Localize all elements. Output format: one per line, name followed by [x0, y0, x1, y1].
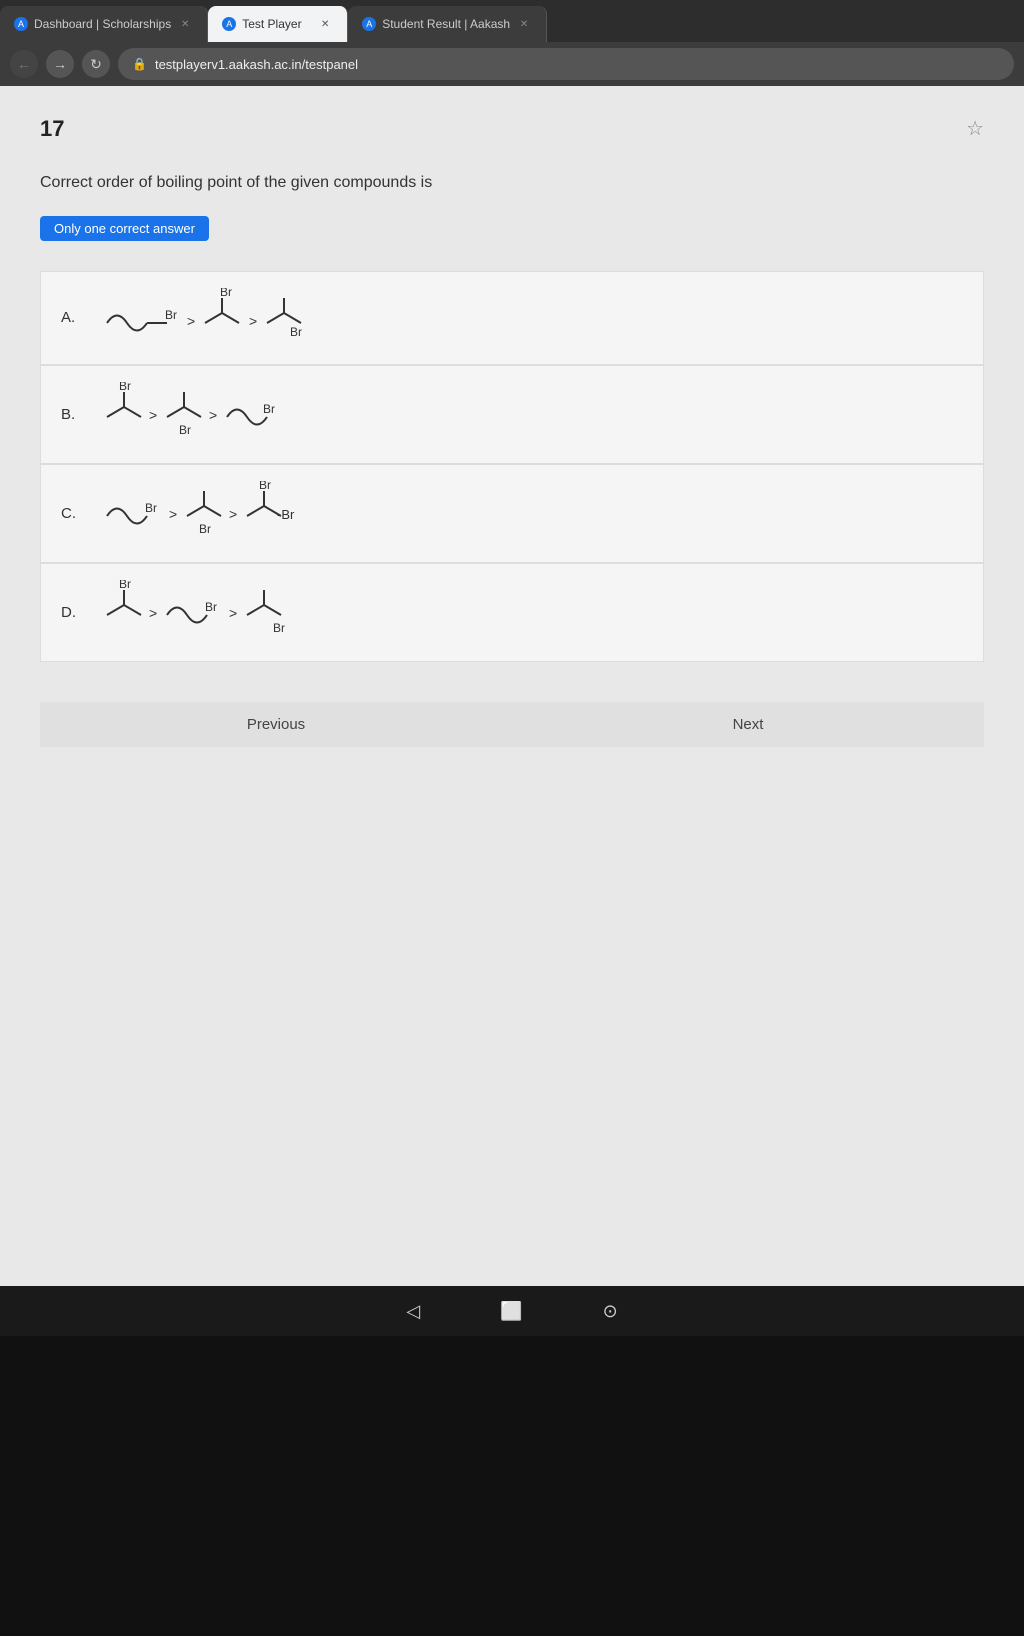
- reload-button[interactable]: ↻: [82, 50, 110, 78]
- tab-testplayer[interactable]: A Test Player ✕: [208, 6, 348, 42]
- svg-text:>: >: [149, 407, 157, 423]
- svg-text:Br: Br: [273, 621, 285, 635]
- option-c[interactable]: C. Br > Br >: [40, 464, 984, 563]
- answer-type-badge: Only one correct answer: [40, 216, 209, 241]
- previous-button[interactable]: Previous: [40, 702, 512, 747]
- browser-chrome: A Dashboard | Scholarships ✕ A Test Play…: [0, 0, 1024, 86]
- svg-text:Br: Br: [179, 423, 191, 437]
- tab2-favicon: A: [222, 17, 236, 31]
- tab1-label: Dashboard | Scholarships: [34, 17, 171, 31]
- option-c-structure: Br > Br > Br -Br: [97, 481, 457, 546]
- option-a-structure: Br > Br > Br: [97, 288, 437, 348]
- address-bar[interactable]: 🔒 testplayerv1.aakash.ac.in/testpanel: [118, 48, 1014, 80]
- svg-text:>: >: [229, 506, 237, 522]
- android-home-button[interactable]: ⬜: [500, 1301, 522, 1322]
- option-c-letter: C.: [61, 505, 81, 522]
- forward-button[interactable]: →: [46, 50, 74, 78]
- options-container: A. Br > Br >: [40, 271, 984, 662]
- option-b-content: Br > Br > Br: [97, 382, 437, 447]
- svg-text:Br: Br: [199, 522, 211, 536]
- forward-icon: →: [53, 56, 67, 72]
- svg-text:Br: Br: [259, 481, 271, 492]
- svg-text:>: >: [229, 605, 237, 621]
- option-b-letter: B.: [61, 406, 81, 423]
- nav-buttons: Previous Next: [40, 702, 984, 747]
- svg-text:Br: Br: [119, 382, 131, 393]
- tab2-close[interactable]: ✕: [317, 16, 333, 32]
- back-button[interactable]: ←: [10, 50, 38, 78]
- lock-icon: 🔒: [132, 57, 147, 71]
- option-a[interactable]: A. Br > Br >: [40, 271, 984, 365]
- tab3-favicon: A: [362, 17, 376, 31]
- tab1-favicon: A: [14, 17, 28, 31]
- android-back-button[interactable]: ◁: [406, 1301, 420, 1322]
- svg-text:>: >: [249, 313, 257, 329]
- svg-text:Br: Br: [220, 288, 232, 299]
- question-text: Correct order of boiling point of the gi…: [40, 170, 984, 196]
- option-b[interactable]: B. Br > Br >: [40, 365, 984, 464]
- svg-text:Br: Br: [165, 308, 177, 322]
- option-a-content: Br > Br > Br: [97, 288, 437, 348]
- svg-text:Br: Br: [145, 501, 157, 515]
- svg-text:>: >: [149, 605, 157, 621]
- tab1-close[interactable]: ✕: [177, 16, 193, 32]
- address-bar-row: ← → ↻ 🔒 testplayerv1.aakash.ac.in/testpa…: [0, 42, 1024, 86]
- svg-text:>: >: [187, 313, 195, 329]
- android-nav-bar: ◁ ⬜ ⊙: [0, 1286, 1024, 1336]
- option-d-letter: D.: [61, 604, 81, 621]
- bottom-area: [0, 1336, 1024, 1636]
- address-text: testplayerv1.aakash.ac.in/testpanel: [155, 57, 358, 72]
- tab-bar: A Dashboard | Scholarships ✕ A Test Play…: [0, 0, 1024, 42]
- tab2-label: Test Player: [242, 17, 301, 31]
- option-d[interactable]: D. Br > Br >: [40, 563, 984, 662]
- tab3-label: Student Result | Aakash: [382, 17, 510, 31]
- back-icon: ←: [17, 56, 31, 72]
- svg-text:>: >: [209, 407, 217, 423]
- svg-text:>: >: [169, 506, 177, 522]
- option-a-letter: A.: [61, 309, 81, 326]
- tab3-close[interactable]: ✕: [516, 16, 532, 32]
- page-content: 17 ☆ Correct order of boiling point of t…: [0, 86, 1024, 1286]
- tab-dashboard[interactable]: A Dashboard | Scholarships ✕: [0, 6, 208, 42]
- question-number: 17: [40, 116, 64, 142]
- svg-text:Br: Br: [119, 580, 131, 591]
- svg-text:Br: Br: [263, 402, 275, 416]
- reload-icon: ↻: [90, 56, 102, 73]
- android-recents-button[interactable]: ⊙: [603, 1301, 618, 1322]
- option-d-structure: Br > Br > Br: [97, 580, 457, 645]
- option-b-structure: Br > Br > Br: [97, 382, 437, 447]
- svg-text:Br: Br: [290, 325, 302, 339]
- tab-studentresult[interactable]: A Student Result | Aakash ✕: [348, 6, 547, 42]
- next-button[interactable]: Next: [512, 702, 984, 747]
- option-d-content: Br > Br > Br: [97, 580, 457, 645]
- bookmark-button[interactable]: ☆: [966, 116, 984, 141]
- svg-text:-Br: -Br: [277, 507, 295, 522]
- option-c-content: Br > Br > Br -Br: [97, 481, 457, 546]
- svg-text:Br: Br: [205, 600, 217, 614]
